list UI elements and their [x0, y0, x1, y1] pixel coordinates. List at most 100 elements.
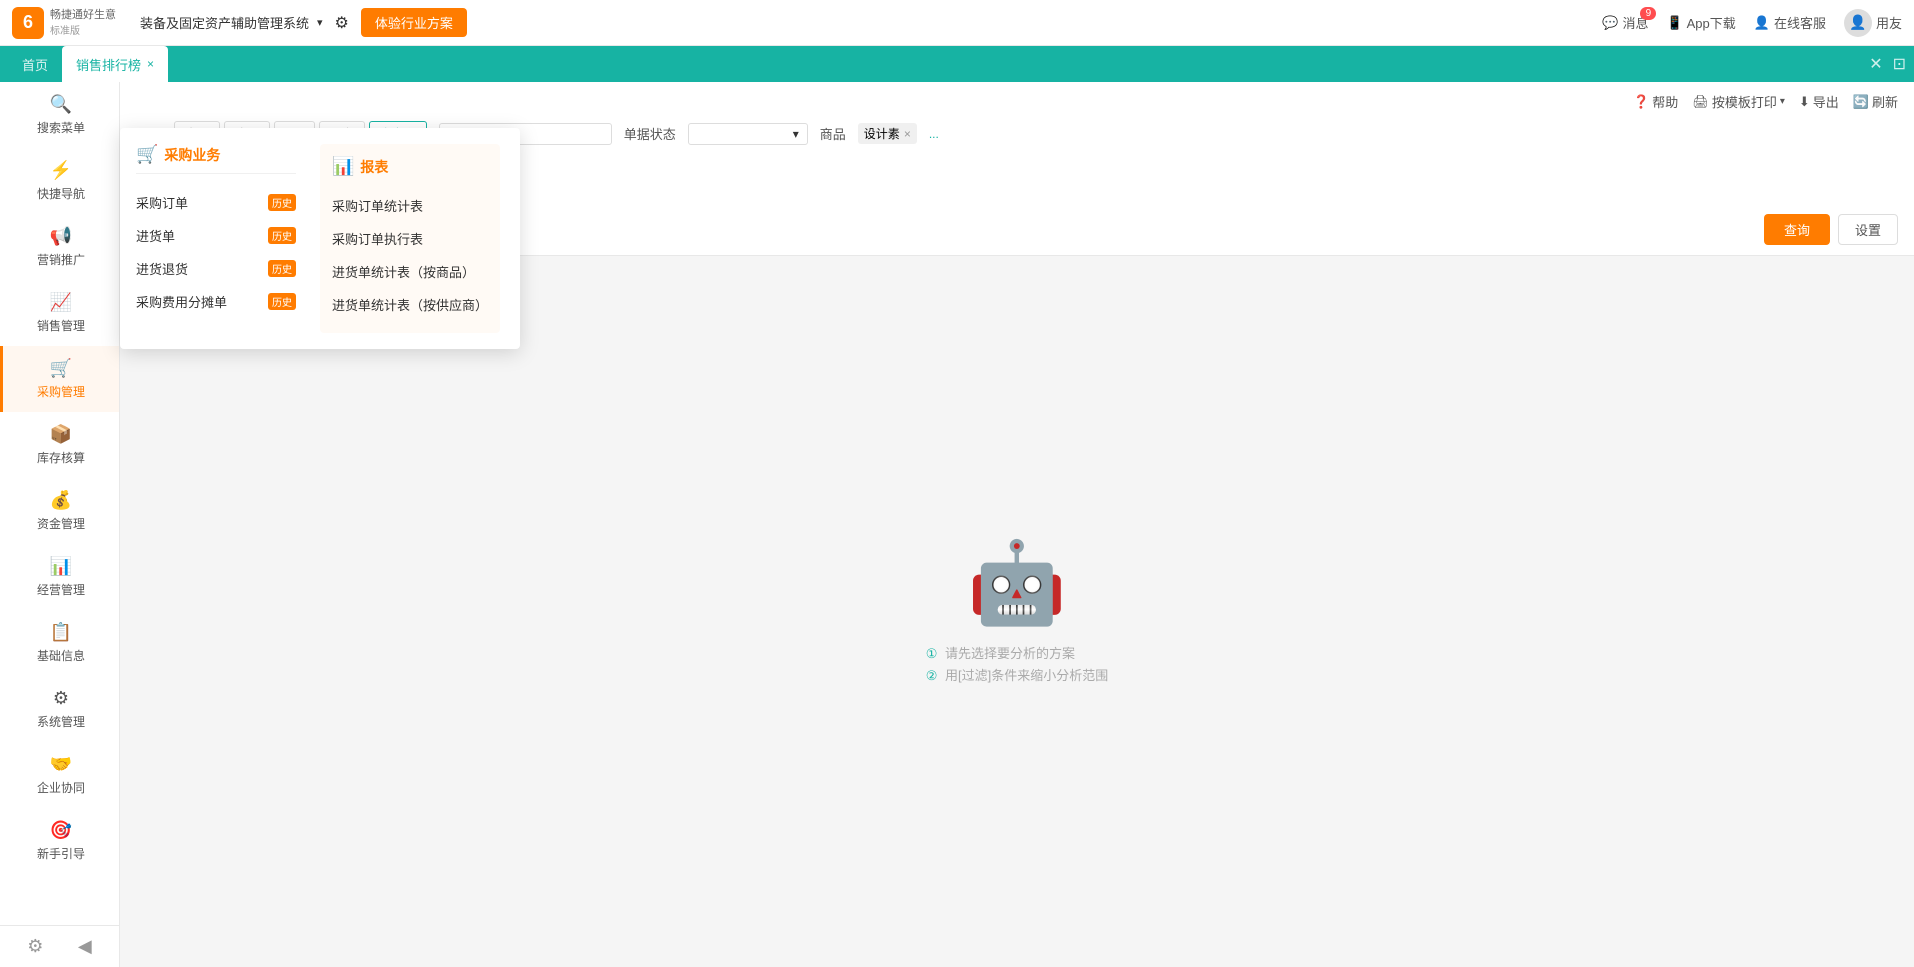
tab-close-icon[interactable]: × — [147, 57, 154, 71]
sidebar-item-sales-label: 销售管理 — [37, 317, 85, 334]
menu-item-po-exec[interactable]: 采购订单执行表 — [332, 222, 488, 255]
refresh-btn[interactable]: 🔄 刷新 — [1853, 92, 1898, 111]
report-section-icon: 📊 — [332, 156, 354, 177]
logo-char: 6 — [23, 12, 33, 33]
finance-icon: 💰 — [50, 490, 72, 511]
menu-item-po-stat[interactable]: 采购订单统计表 — [332, 189, 488, 222]
menu-item-purchase-order[interactable]: 采购订单 历史 — [136, 186, 296, 219]
user-btn[interactable]: 👤 用友 — [1844, 9, 1902, 37]
marketing-icon: 📢 — [50, 226, 72, 247]
inventory-icon: 📦 — [50, 424, 72, 445]
tab-fullscreen-icon[interactable]: ⊡ — [1893, 54, 1906, 74]
sidebar-item-quicknav-label: 快捷导航 — [37, 185, 85, 202]
print-label: 按模板打印 — [1712, 92, 1777, 111]
sidebar-item-purchase-label: 采购管理 — [37, 383, 85, 400]
sidebar-item-guide[interactable]: 🎯 新手引导 — [0, 808, 119, 874]
sidebar-item-system[interactable]: ⚙ 系统管理 — [0, 676, 119, 742]
purchase-icon: 🛒 — [50, 358, 72, 379]
top-header: 6 畅捷通好生意 标准版 装备及固定资产辅助管理系统 ▾ ⚙ 体验行业方案 💬 … — [0, 0, 1914, 46]
app-download-label: App下载 — [1687, 13, 1736, 32]
sidebar-item-finance[interactable]: 💰 资金管理 — [0, 478, 119, 544]
purchase-section-label: 采购业务 — [164, 145, 220, 165]
sidebar-item-inventory[interactable]: 📦 库存核算 — [0, 412, 119, 478]
empty-tips: ① 请先选择要分析的方案 ② 用[过滤]条件来缩小分析范围 — [926, 640, 1109, 687]
sidebar-item-marketing-label: 营销推广 — [37, 251, 85, 268]
tab-home-label: 首页 — [22, 55, 48, 74]
settings-btn[interactable]: 设置 — [1838, 214, 1898, 245]
sidebar: 🔍 搜索菜单 ⚡ 快捷导航 📢 营销推广 📈 销售管理 🛒 采购管理 📦 库存核… — [0, 82, 120, 967]
operation-icon: 📊 — [50, 556, 72, 577]
help-btn[interactable]: ❓ 帮助 — [1633, 92, 1678, 111]
system-title-area: 装备及固定资产辅助管理系统 ▾ ⚙ — [140, 13, 349, 33]
sidebar-item-purchase[interactable]: 🛒 采购管理 — [0, 346, 119, 412]
sidebar-item-search-label: 搜索菜单 — [37, 119, 85, 136]
history-badge-3: 历史 — [268, 260, 296, 277]
report-section-label: 报表 — [360, 157, 388, 177]
sidebar-item-collab[interactable]: 🤝 企业协同 — [0, 742, 119, 808]
sidebar-item-inventory-label: 库存核算 — [37, 449, 85, 466]
header-settings-icon[interactable]: ⚙ — [335, 13, 349, 33]
query-btn[interactable]: 查询 — [1764, 214, 1830, 245]
online-service-btn[interactable]: 👤 在线客服 — [1754, 13, 1826, 32]
quicknav-icon: ⚡ — [50, 160, 72, 181]
title-dropdown-icon[interactable]: ▾ — [317, 16, 323, 29]
menu-item-purchase-expense[interactable]: 采购费用分摊单 历史 — [136, 285, 296, 318]
menu-item-receipt-by-goods[interactable]: 进货单统计表（按商品） — [332, 255, 488, 288]
report-section: 📊 报表 采购订单统计表 采购订单执行表 进货单统计表（按商品） 进货单统计表（… — [320, 144, 500, 333]
menu-item-receipt-by-supplier[interactable]: 进货单统计表（按供应商） — [332, 288, 488, 321]
tab-bar: 首页 销售排行榜 × ✕ ⊡ — [0, 46, 1914, 82]
sidebar-bottom: ⚙ ◀ — [0, 925, 119, 967]
export-icon: ⬇ — [1799, 94, 1810, 110]
menu-item-receipt-by-supplier-label: 进货单统计表（按供应商） — [332, 298, 488, 313]
tab-close-all-icon[interactable]: ✕ — [1869, 54, 1882, 74]
sidebar-item-quicknav[interactable]: ⚡ 快捷导航 — [0, 148, 119, 214]
sidebar-item-basicinfo[interactable]: 📋 基础信息 — [0, 610, 119, 676]
sidebar-item-sales[interactable]: 📈 销售管理 — [0, 280, 119, 346]
app-download-btn[interactable]: 📱 App下载 — [1666, 13, 1735, 32]
sidebar-item-marketing[interactable]: 📢 营销推广 — [0, 214, 119, 280]
menu-item-receipt-by-goods-label: 进货单统计表（按商品） — [332, 265, 475, 280]
online-service-label: 在线客服 — [1774, 13, 1826, 32]
history-badge-2: 历史 — [268, 227, 296, 244]
goods-label: 商品 — [820, 124, 846, 143]
export-label: 导出 — [1813, 92, 1839, 111]
sidebar-settings-icon[interactable]: ⚙ — [27, 936, 43, 957]
goods-more-btn[interactable]: ... — [929, 127, 939, 141]
menu-item-po-exec-label: 采购订单执行表 — [332, 232, 423, 247]
purchase-section-icon: 🛒 — [136, 144, 158, 165]
logo-badge: 标准版 — [50, 22, 116, 37]
help-icon: ❓ — [1633, 94, 1649, 110]
refresh-label: 刷新 — [1872, 92, 1898, 111]
logo-icon: 6 — [12, 7, 44, 39]
menu-item-goods-receipt-label: 进货单 — [136, 226, 262, 245]
tab-sales-rank[interactable]: 销售排行榜 × — [62, 46, 168, 82]
logo-text: 畅捷通好生意 — [50, 8, 116, 22]
message-badge: 9 — [1640, 7, 1656, 20]
sidebar-collapse-icon[interactable]: ◀ — [78, 936, 92, 957]
history-badge-4: 历史 — [268, 293, 296, 310]
export-btn[interactable]: ⬇ 导出 — [1799, 92, 1839, 111]
tip1-text: 请先选择要分析的方案 — [945, 646, 1075, 661]
print-btn[interactable]: 🖨 按模板打印 ▾ — [1692, 92, 1785, 111]
status-label: 单据状态 — [624, 124, 676, 143]
sidebar-item-operation[interactable]: 📊 经营管理 — [0, 544, 119, 610]
user-label: 用友 — [1876, 13, 1902, 32]
menu-item-po-stat-label: 采购订单统计表 — [332, 199, 423, 214]
help-label: 帮助 — [1652, 92, 1678, 111]
purchase-section-title: 🛒 采购业务 — [136, 144, 296, 174]
history-badge-1: 历史 — [268, 194, 296, 211]
print-dropdown-icon[interactable]: ▾ — [1780, 96, 1785, 107]
menu-item-goods-return[interactable]: 进货退货 历史 — [136, 252, 296, 285]
guide-icon: 🎯 — [50, 820, 72, 841]
tab-home[interactable]: 首页 — [8, 46, 62, 82]
refresh-icon: 🔄 — [1853, 94, 1869, 110]
system-title: 装备及固定资产辅助管理系统 — [140, 13, 309, 32]
message-btn[interactable]: 💬 消息 9 — [1602, 13, 1648, 32]
status-select[interactable]: ▾ — [688, 123, 808, 145]
goods-tag-remove[interactable]: × — [904, 127, 911, 141]
report-section-title: 📊 报表 — [332, 156, 488, 177]
empty-tip-2: ② 用[过滤]条件来缩小分析范围 — [926, 665, 1109, 684]
menu-item-goods-receipt[interactable]: 进货单 历史 — [136, 219, 296, 252]
industry-btn[interactable]: 体验行业方案 — [361, 8, 467, 37]
sidebar-item-search[interactable]: 🔍 搜索菜单 — [0, 82, 119, 148]
